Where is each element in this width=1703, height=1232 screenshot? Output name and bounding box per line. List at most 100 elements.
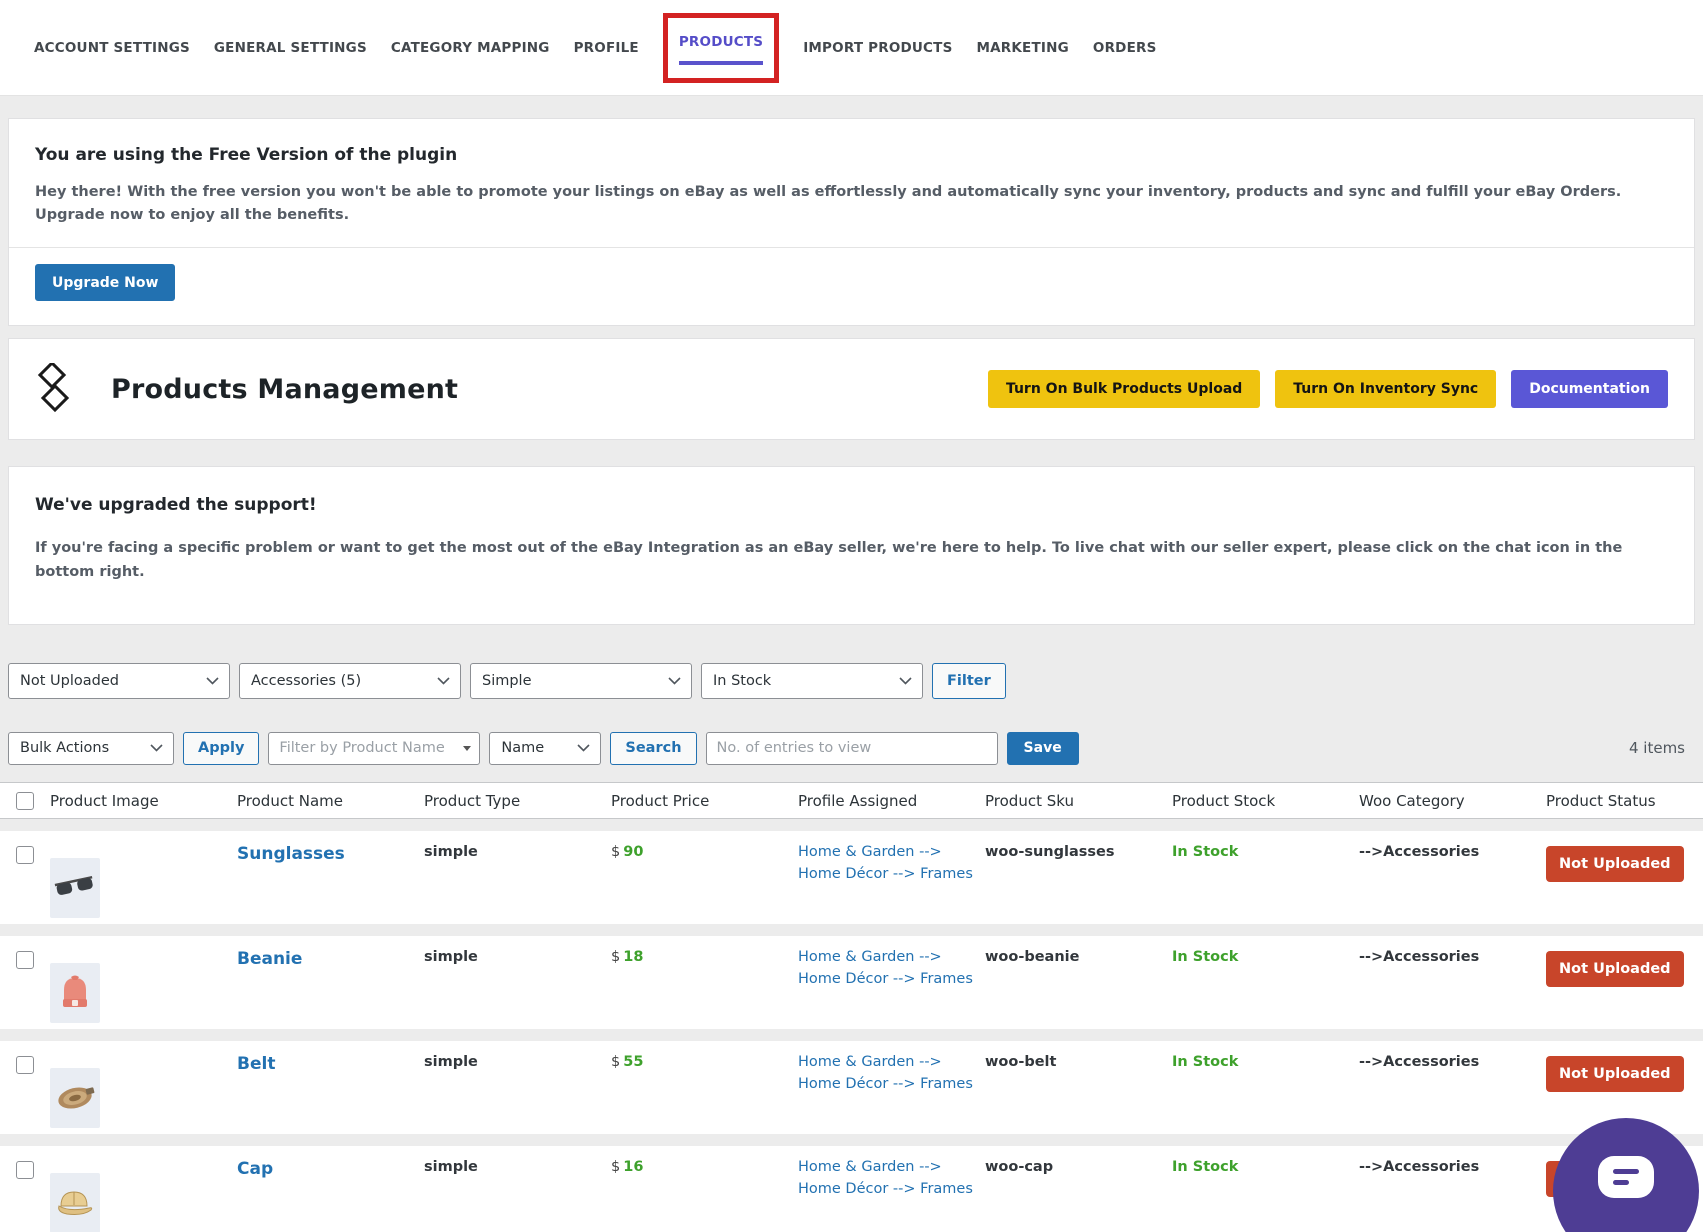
- col-product-status: Product Status: [1546, 791, 1656, 810]
- row-checkbox[interactable]: [16, 950, 34, 969]
- product-stock: In Stock: [1172, 949, 1239, 966]
- filter-button[interactable]: Filter: [932, 662, 1006, 699]
- table-row: Cap simple $16 Home & Garden --> Home Dé…: [0, 1146, 1703, 1232]
- search-button[interactable]: Search: [610, 731, 697, 765]
- profile-assigned: Home & Garden --> Home Décor --> Frames: [793, 1159, 980, 1203]
- chevron-down-icon: [437, 677, 450, 685]
- row-checkbox[interactable]: [16, 1055, 34, 1074]
- bulk-actions-value: Bulk Actions: [20, 740, 110, 757]
- col-product-price: Product Price: [611, 791, 710, 810]
- product-name-filter-wrap: [268, 731, 481, 765]
- product-thumbnail[interactable]: [50, 858, 100, 919]
- tab-import-products[interactable]: IMPORT PRODUCTS: [803, 40, 952, 56]
- woo-category: -->Accessories: [1359, 1159, 1480, 1176]
- free-version-banner: You are using the Free Version of the pl…: [8, 118, 1695, 327]
- product-sku: woo-belt: [985, 1054, 1057, 1071]
- tab-products[interactable]: PRODUCTS: [679, 34, 763, 65]
- chevron-down-icon: [899, 677, 912, 685]
- profile-link[interactable]: Home & Garden -->: [798, 844, 942, 860]
- product-thumbnail[interactable]: [50, 1173, 100, 1232]
- bulk-products-upload-button[interactable]: Turn On Bulk Products Upload: [987, 370, 1261, 409]
- product-name-link[interactable]: Belt: [237, 1054, 275, 1074]
- banner-title: You are using the Free Version of the pl…: [35, 145, 458, 165]
- cap-image: [58, 1191, 93, 1216]
- entries-to-view-input[interactable]: [705, 731, 998, 765]
- select-all-checkbox[interactable]: [16, 792, 34, 811]
- sort-by-value: Name: [501, 740, 545, 757]
- upload-status-select[interactable]: Not Uploaded: [8, 662, 230, 699]
- top-nav: ACCOUNT SETTINGS GENERAL SETTINGS CATEGO…: [0, 0, 1703, 96]
- apply-button[interactable]: Apply: [183, 731, 260, 765]
- beanie-image: [63, 975, 87, 1008]
- col-profile-assigned: Profile Assigned: [798, 791, 918, 810]
- row-checkbox[interactable]: [16, 845, 34, 864]
- chat-icon: [1598, 1156, 1654, 1198]
- category-select[interactable]: Accessories (5): [239, 662, 461, 699]
- tab-profile[interactable]: PROFILE: [574, 40, 639, 56]
- tab-account-settings[interactable]: ACCOUNT SETTINGS: [34, 40, 190, 56]
- stock-status-value: In Stock: [713, 672, 772, 689]
- inventory-sync-button[interactable]: Turn On Inventory Sync: [1275, 370, 1497, 409]
- profile-link[interactable]: Home Décor --> Frames: [798, 1181, 973, 1197]
- annotation-highlight-box: PRODUCTS: [662, 12, 780, 83]
- profile-link[interactable]: Home & Garden -->: [798, 1054, 942, 1070]
- combobox-arrow-icon: [463, 745, 472, 751]
- product-stock: In Stock: [1172, 844, 1239, 861]
- bulk-actions-select[interactable]: Bulk Actions: [8, 731, 174, 765]
- product-stock: In Stock: [1172, 1054, 1239, 1071]
- tab-marketing[interactable]: MARKETING: [977, 40, 1069, 56]
- product-name-link[interactable]: Sunglasses: [237, 844, 345, 864]
- profile-link[interactable]: Home & Garden -->: [798, 1159, 942, 1175]
- col-product-name: Product Name: [237, 791, 343, 810]
- plugin-logo-icon: [37, 363, 70, 413]
- upload-status-value: Not Uploaded: [20, 672, 119, 689]
- profile-link[interactable]: Home Décor --> Frames: [798, 971, 973, 987]
- table-row: Beanie simple $18 Home & Garden --> Home…: [0, 936, 1703, 1030]
- table-row: Belt simple $55 Home & Garden --> Home D…: [0, 1041, 1703, 1135]
- profile-link[interactable]: Home Décor --> Frames: [798, 1076, 973, 1092]
- product-thumbnail[interactable]: [50, 963, 100, 1024]
- product-name-link[interactable]: Beanie: [237, 949, 302, 969]
- product-type-select[interactable]: Simple: [470, 662, 692, 699]
- row-checkbox[interactable]: [16, 1160, 34, 1179]
- product-thumbnail[interactable]: [50, 1068, 100, 1129]
- tab-category-mapping[interactable]: CATEGORY MAPPING: [391, 40, 550, 56]
- profile-link[interactable]: Home Décor --> Frames: [798, 866, 973, 882]
- product-stock: In Stock: [1172, 1159, 1239, 1176]
- product-name-filter-input[interactable]: [268, 731, 481, 765]
- product-type: simple: [424, 949, 478, 966]
- product-name-link[interactable]: Cap: [237, 1159, 273, 1179]
- col-product-sku: Product Sku: [985, 791, 1074, 810]
- table-row: Sunglasses simple $90 Home & Garden --> …: [0, 831, 1703, 925]
- tab-orders[interactable]: ORDERS: [1093, 40, 1157, 56]
- page-title: Products Management: [111, 373, 459, 405]
- profile-assigned: Home & Garden --> Home Décor --> Frames: [793, 1054, 980, 1098]
- products-table: Product Image Product Name Product Type …: [0, 781, 1703, 1232]
- tab-general-settings[interactable]: GENERAL SETTINGS: [214, 40, 367, 56]
- product-type-value: Simple: [482, 672, 532, 689]
- sort-by-select[interactable]: Name: [489, 731, 602, 765]
- chevron-down-icon: [577, 744, 590, 752]
- product-type: simple: [424, 844, 478, 861]
- product-price: $18: [611, 949, 644, 966]
- col-product-image: Product Image: [50, 791, 159, 810]
- col-product-stock: Product Stock: [1172, 791, 1276, 810]
- support-notice: We've upgraded the support! If you're fa…: [8, 466, 1695, 625]
- profile-link[interactable]: Home & Garden -->: [798, 949, 942, 965]
- product-type: simple: [424, 1054, 478, 1071]
- sunglasses-image: [54, 876, 93, 896]
- product-sku: woo-sunglasses: [985, 844, 1115, 861]
- upgrade-now-button[interactable]: Upgrade Now: [35, 264, 176, 302]
- woo-category: -->Accessories: [1359, 949, 1480, 966]
- documentation-button[interactable]: Documentation: [1511, 370, 1668, 409]
- profile-assigned: Home & Garden --> Home Décor --> Frames: [793, 844, 980, 888]
- stock-status-select[interactable]: In Stock: [701, 662, 923, 699]
- product-price: $16: [611, 1159, 644, 1176]
- category-value: Accessories (5): [251, 672, 362, 689]
- chevron-down-icon: [668, 677, 681, 685]
- chevron-down-icon: [150, 744, 163, 752]
- col-woo-category: Woo Category: [1359, 791, 1465, 810]
- status-badge: Not Uploaded: [1546, 846, 1684, 883]
- product-sku: woo-beanie: [985, 949, 1080, 966]
- save-button[interactable]: Save: [1006, 731, 1079, 765]
